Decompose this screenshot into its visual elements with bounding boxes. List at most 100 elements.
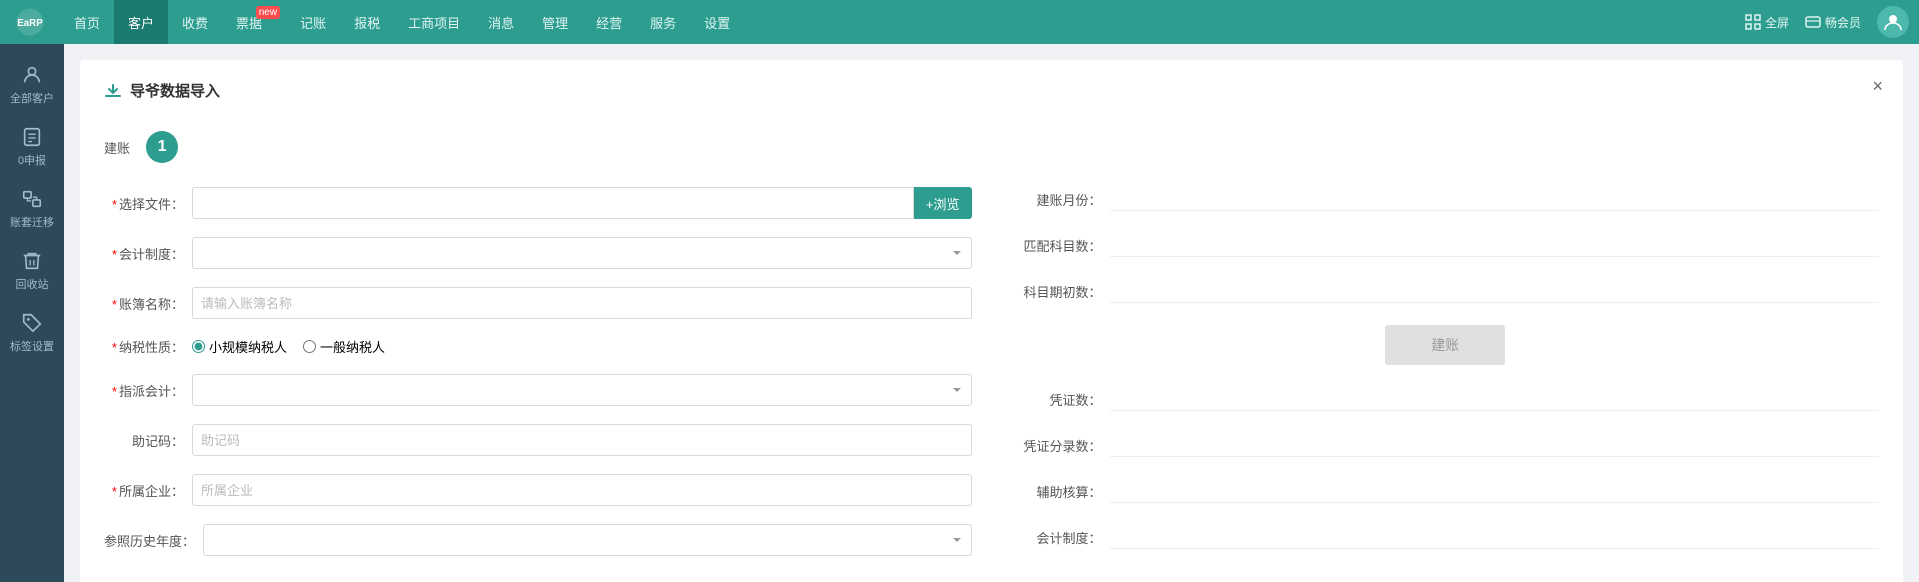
- voucher-count-label: 凭证数：: [1012, 390, 1102, 409]
- reference-year-select[interactable]: [203, 524, 971, 556]
- voucher-records-value: [1110, 433, 1880, 457]
- required-star-accountant: *: [112, 384, 117, 399]
- required-star-tax: *: [112, 340, 117, 355]
- form-right: 建账月份： 匹配科目数： 科目期初数： 建账: [1012, 131, 1880, 574]
- nav-item-settings[interactable]: 设置: [690, 0, 744, 44]
- form-section: 建账 1 *选择文件： +浏览: [104, 131, 1879, 574]
- nav-item-invoice[interactable]: 票据 new: [222, 0, 286, 44]
- sidebar-label-tag-settings: 标签设置: [10, 338, 54, 354]
- memo-code-input[interactable]: [192, 424, 972, 456]
- sidebar-item-zero-report[interactable]: 0申报: [0, 116, 64, 178]
- owner-company-input[interactable]: [192, 474, 972, 506]
- required-star-ledger: *: [112, 297, 117, 312]
- import-icon: [104, 82, 122, 100]
- build-month-value: [1110, 187, 1880, 211]
- user-icon: [21, 64, 43, 86]
- member-button[interactable]: 畅会员: [1805, 14, 1861, 31]
- browse-button[interactable]: +浏览: [914, 187, 972, 219]
- user-avatar[interactable]: [1877, 6, 1909, 38]
- subject-initial-label: 科目期初数：: [1012, 282, 1102, 301]
- nav-item-customer[interactable]: 客户: [114, 0, 168, 44]
- tax-type-general[interactable]: 一般纳税人: [303, 337, 385, 356]
- assign-accountant-row: *指派会计：: [104, 374, 972, 406]
- required-star-company: *: [112, 484, 117, 499]
- tax-type-small-label: 小规模纳税人: [209, 337, 287, 356]
- top-nav: EaRP 首页 客户 收费 票据 new 记账 报税 工商项目 消息 管理 经营…: [0, 0, 1919, 44]
- subject-initial-value: [1110, 279, 1880, 303]
- migrate-icon: [21, 188, 43, 210]
- main-layout: 全部客户 0申报 账套迁移 回收站: [0, 44, 1919, 582]
- right-accounting-system-row: 会计制度：: [1012, 525, 1880, 549]
- ledger-name-label: *账簿名称：: [104, 294, 184, 313]
- fullscreen-button[interactable]: 全屏: [1745, 14, 1789, 31]
- memo-code-label: 助记码：: [104, 431, 184, 450]
- accounting-system-row: *会计制度：: [104, 237, 972, 269]
- step-label: 建账: [104, 138, 130, 157]
- voucher-count-row: 凭证数：: [1012, 387, 1880, 411]
- match-subject-label: 匹配科目数：: [1012, 236, 1102, 255]
- build-month-row: 建账月份：: [1012, 187, 1880, 211]
- subject-initial-row: 科目期初数：: [1012, 279, 1880, 303]
- nav-item-bookkeeping[interactable]: 记账: [286, 0, 340, 44]
- dialog-title: 导爷数据导入: [130, 80, 220, 101]
- nav-item-service[interactable]: 服务: [636, 0, 690, 44]
- file-select-row: *选择文件： +浏览: [104, 187, 972, 219]
- tax-type-general-radio[interactable]: [303, 340, 316, 353]
- tax-type-row: *纳税性质： 小规模纳税人 一般纳税人: [104, 337, 972, 356]
- right-accounting-system-value: [1110, 525, 1880, 549]
- nav-items: 首页 客户 收费 票据 new 记账 报税 工商项目 消息 管理 经营 服务 设…: [60, 0, 744, 44]
- match-subject-value: [1110, 233, 1880, 257]
- sidebar-item-migrate[interactable]: 账套迁移: [0, 178, 64, 240]
- file-text-input[interactable]: [192, 187, 914, 219]
- form-left: 建账 1 *选择文件： +浏览: [104, 131, 972, 574]
- trash-icon: [21, 250, 43, 272]
- sidebar-item-all-customers[interactable]: 全部客户: [0, 54, 64, 116]
- assign-accountant-select[interactable]: [192, 374, 972, 406]
- tax-type-small-radio[interactable]: [192, 340, 205, 353]
- nav-item-home[interactable]: 首页: [60, 0, 114, 44]
- accounting-system-label: *会计制度：: [104, 244, 184, 263]
- nav-item-charge[interactable]: 收费: [168, 0, 222, 44]
- member-label: 畅会员: [1825, 14, 1861, 31]
- avatar-icon: [1883, 12, 1903, 32]
- tax-type-radio-group: 小规模纳税人 一般纳税人: [192, 337, 385, 356]
- member-icon: [1805, 14, 1821, 30]
- sidebar-item-trash[interactable]: 回收站: [0, 240, 64, 302]
- right-accounting-system-label: 会计制度：: [1012, 528, 1102, 547]
- tax-type-label: *纳税性质：: [104, 337, 184, 356]
- required-star-file: *: [112, 197, 117, 212]
- dialog-card: 导爷数据导入 × 建账 1 *选择文件：: [80, 60, 1903, 582]
- file-label: *选择文件：: [104, 194, 184, 213]
- nav-item-tax[interactable]: 报税: [340, 0, 394, 44]
- step-indicator: 建账 1: [104, 131, 972, 163]
- build-button[interactable]: 建账: [1385, 325, 1505, 365]
- report-icon: [21, 126, 43, 148]
- ledger-name-input[interactable]: [192, 287, 972, 319]
- required-star-accounting: *: [112, 247, 117, 262]
- svg-text:EaRP: EaRP: [17, 18, 43, 29]
- sidebar-item-tag-settings[interactable]: 标签设置: [0, 302, 64, 364]
- card-header: 导爷数据导入: [104, 80, 1879, 101]
- logo[interactable]: EaRP: [10, 2, 50, 42]
- nav-item-operation[interactable]: 经营: [582, 0, 636, 44]
- auxiliary-row: 辅助核算：: [1012, 479, 1880, 503]
- sidebar-label-migrate: 账套迁移: [10, 214, 54, 230]
- owner-company-label: *所属企业：: [104, 481, 184, 500]
- sidebar: 全部客户 0申报 账套迁移 回收站: [0, 44, 64, 582]
- memo-code-row: 助记码：: [104, 424, 972, 456]
- tax-type-small[interactable]: 小规模纳税人: [192, 337, 287, 356]
- match-subject-row: 匹配科目数：: [1012, 233, 1880, 257]
- accounting-system-select[interactable]: [192, 237, 972, 269]
- voucher-count-value: [1110, 387, 1880, 411]
- nav-item-message[interactable]: 消息: [474, 0, 528, 44]
- owner-company-row: *所属企业：: [104, 474, 972, 506]
- auxiliary-label: 辅助核算：: [1012, 482, 1102, 501]
- reference-year-row: 参照历史年度：: [104, 524, 972, 556]
- reference-year-label: 参照历史年度：: [104, 531, 195, 550]
- main-content: 导爷数据导入 × 建账 1 *选择文件：: [64, 44, 1919, 582]
- fullscreen-icon: [1745, 14, 1761, 30]
- close-button[interactable]: ×: [1872, 76, 1883, 97]
- nav-item-manage[interactable]: 管理: [528, 0, 582, 44]
- sidebar-label-zero-report: 0申报: [18, 152, 46, 168]
- nav-item-commerce[interactable]: 工商项目: [394, 0, 474, 44]
